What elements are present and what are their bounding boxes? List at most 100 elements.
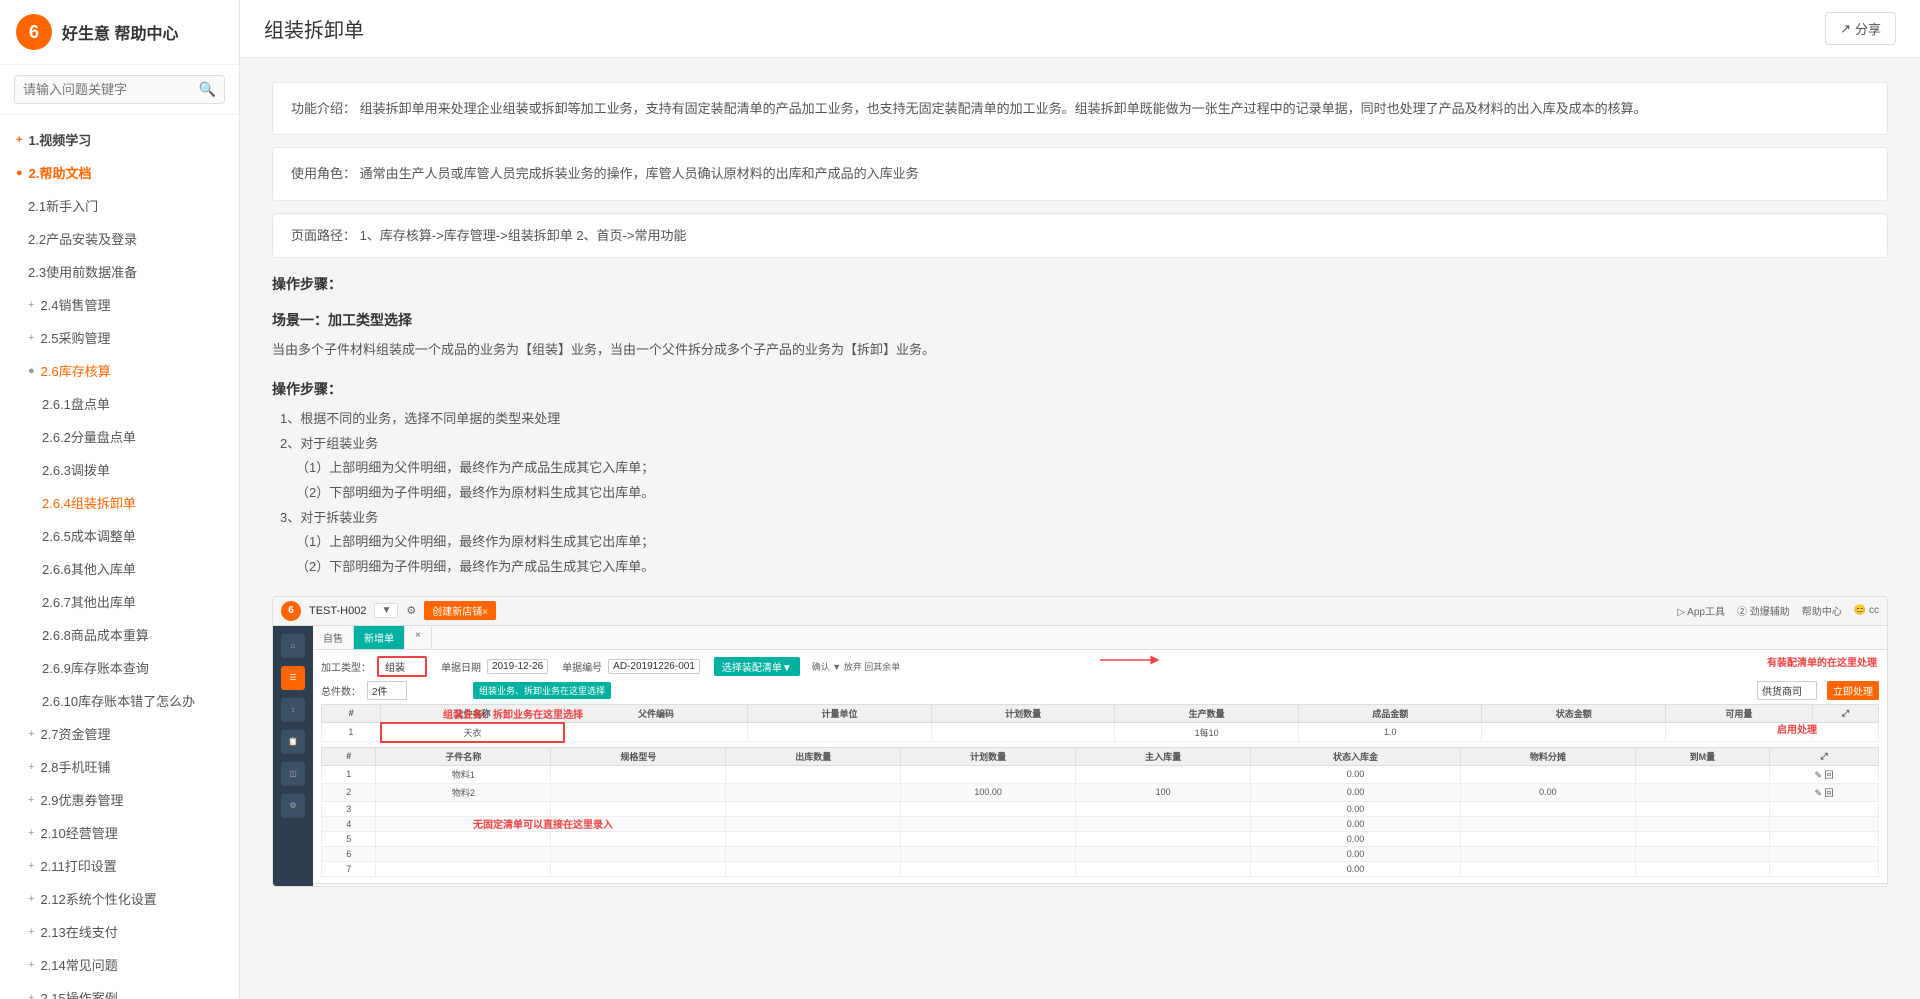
- sim-supply-input: 供货商司: [1757, 681, 1817, 700]
- sidebar-item-cases[interactable]: + 2.15操作案例: [0, 981, 239, 999]
- role-block: 使用角色： 通常由生产人员或库管人员完成拆装业务的操作，库管人员确认原材料的出库…: [272, 147, 1888, 200]
- sim-sidebar-active-icon: ☰: [281, 666, 305, 690]
- sim-type-label: 加工类型：: [321, 659, 371, 674]
- step3-sub1: （1）上部明细为父件明细，最终作为原材料生成其它出库单；: [272, 530, 1888, 555]
- sidebar-item-stockcheck[interactable]: 2.6.9库存账本查询: [0, 651, 239, 684]
- sim-section-upper-label: 组装业务、拆卸业务在这里选择: [473, 682, 611, 699]
- sidebar-item-faq[interactable]: + 2.14常见问题: [0, 948, 239, 981]
- sim-screenshot: 6 TEST-H002 ▼ ⚙ 创建新店铺× ▷ App工具 ② 劲爆辅助 帮助…: [273, 597, 1887, 886]
- sidebar-item-assembly[interactable]: 2.6.4组装拆卸单: [0, 486, 239, 519]
- search-area: 🔍: [0, 65, 239, 115]
- steps-sub-title: 操作步骤：: [272, 379, 1888, 399]
- sim-nav-helpcenter: 帮助中心: [1802, 603, 1842, 618]
- sidebar-item-costadjust[interactable]: 2.6.5成本调整单: [0, 519, 239, 552]
- sidebar-item-otherinstock[interactable]: 2.6.6其他入库单: [0, 552, 239, 585]
- step3: 3、对于拆装业务: [272, 506, 1888, 531]
- sidebar-item-goodscost[interactable]: 2.6.8商品成本重算: [0, 618, 239, 651]
- nav-area: + 1.视频学习 ● 2.帮助文档 2.1新手入门 2.2产品安装及登录 2.3…: [0, 115, 239, 999]
- sidebar-item-mobile[interactable]: + 2.8手机旺铺: [0, 750, 239, 783]
- plus-icon: +: [16, 134, 22, 146]
- plus-icon-cases: +: [28, 992, 34, 999]
- top-bar: 组装拆卸单 ↗ 分享: [240, 0, 1920, 58]
- path-block: 页面路径： 1、库存核算->库存管理->组装拆卸单 2、首页->常用功能: [272, 213, 1888, 258]
- sim-app-id: TEST-H002: [309, 605, 366, 617]
- sim-sidebar-icon-4: 📋: [281, 730, 305, 754]
- path-label: 页面路径：: [291, 228, 356, 243]
- sidebar-item-inventory[interactable]: ● 2.6库存核算: [0, 354, 239, 387]
- sidebar-item-video[interactable]: + 1.视频学习: [0, 123, 239, 156]
- page-title: 组装拆卸单: [264, 14, 364, 43]
- sim-lcol-sub-name: 子件名称: [376, 747, 551, 765]
- logo-text: 好生意 帮助中心: [62, 20, 178, 44]
- sim-col-status-amt: 状态金额: [1482, 704, 1666, 723]
- sim-col-expand: ⤢: [1812, 704, 1878, 723]
- sim-lcol-plan-qty: 计划数量: [901, 747, 1076, 765]
- sim-confirm-label: 确认 ▼ 放弃 回其余单: [812, 660, 900, 673]
- sidebar-item-docs[interactable]: ● 2.帮助文档: [0, 156, 239, 189]
- sim-dropdown: ▼: [374, 603, 398, 618]
- sidebar-item-finance[interactable]: + 2.7资金管理: [0, 717, 239, 750]
- sidebar-item-data-prep[interactable]: 2.3使用前数据准备: [0, 255, 239, 288]
- sidebar-item-purchase[interactable]: + 2.5采购管理: [0, 321, 239, 354]
- sim-form-area: 加工类型： 组装 单据日期 2019-12-26 单据编号 AD-2019122…: [313, 650, 1887, 883]
- sim-lcol-spec: 规格型号: [551, 747, 726, 765]
- share-button[interactable]: ↗ 分享: [1825, 12, 1896, 45]
- sidebar-item-newcomer[interactable]: 2.1新手入门: [0, 189, 239, 222]
- sim-upper-table: # 父件名称 父件编码 计量单位 计划数量 生产数量 成品金额 状态金额 可用量: [321, 704, 1879, 743]
- minus-icon-inventory: ●: [28, 365, 35, 377]
- sidebar-item-otheroutstock[interactable]: 2.6.7其他出库单: [0, 585, 239, 618]
- sidebar-item-splitcount[interactable]: 2.6.2分量盘点单: [0, 420, 239, 453]
- sim-count-label: 总件数：: [321, 683, 361, 698]
- sim-form-row-1: 加工类型： 组装 单据日期 2019-12-26 单据编号 AD-2019122…: [321, 656, 1879, 677]
- sim-sidebar-icon-5: ◫: [281, 762, 305, 786]
- sim-col-avail: 可用量: [1666, 704, 1813, 723]
- sim-sidebar-home-icon: ⌂: [281, 634, 305, 658]
- func-intro-block: 功能介绍： 组装拆卸单用来处理企业组装或拆卸等加工业务，支持有固定装配清单的产品…: [272, 82, 1888, 135]
- sim-col-parent-name: 父件名称: [381, 704, 565, 723]
- sim-lower-row-6: 60.00: [322, 846, 1879, 861]
- search-icon[interactable]: 🔍: [199, 81, 216, 98]
- sidebar-item-print[interactable]: + 2.11打印设置: [0, 849, 239, 882]
- sidebar-item-stockerror[interactable]: 2.6.10库存账本错了怎么办: [0, 684, 239, 717]
- sidebar-item-transfer[interactable]: 2.6.3调拨单: [0, 453, 239, 486]
- sim-process-btn: 立即处理: [1827, 681, 1879, 700]
- search-box[interactable]: 🔍: [14, 75, 225, 104]
- sim-nav: ▷ App工具 ② 劲爆辅助 帮助中心 😊 cc: [1677, 603, 1879, 618]
- plus-icon-sales: +: [28, 299, 34, 311]
- plus-icon-mobile: +: [28, 761, 34, 773]
- sim-main: ⌂ ☰ ↕ 📋 ◫ ⚙ 自售 新增单 ×: [273, 626, 1887, 886]
- sidebar-item-customize[interactable]: + 2.12系统个性化设置: [0, 882, 239, 915]
- logo-icon: 6: [16, 14, 52, 50]
- sidebar-item-stockcount[interactable]: 2.6.1盘点单: [0, 387, 239, 420]
- step2-sub2: （2）下部明细为子件明细，最终作为原材料生成其它出库单。: [272, 481, 1888, 506]
- sidebar-item-operation[interactable]: + 2.10经营管理: [0, 816, 239, 849]
- sim-tabs: 自售 新增单 ×: [313, 626, 1887, 650]
- plus-icon-coupon: +: [28, 794, 34, 806]
- sim-lower-row-3: 30.00: [322, 801, 1879, 816]
- sim-lower-row-2: 2 物料2 100.00 100 0.00 0.00: [322, 783, 1879, 801]
- minus-icon: ●: [16, 167, 23, 179]
- sim-lower-row-1: 1 物料1 0.00 ✎ 回: [322, 765, 1879, 783]
- sim-tab-close: ×: [405, 626, 432, 649]
- step2-sub1: （1）上部明细为父件明细，最终作为产成品生成其它入库单；: [272, 456, 1888, 481]
- sidebar-item-coupon[interactable]: + 2.9优惠券管理: [0, 783, 239, 816]
- plus-icon-print: +: [28, 860, 34, 872]
- path-text: 1、库存核算->库存管理->组装拆卸单 2、首页->常用功能: [360, 228, 687, 243]
- sim-date-input: 2019-12-26: [487, 659, 548, 674]
- sim-lower-table: # 子件名称 规格型号 出库数量 计划数量 主入库量 状态入库金 物料分摊 到M: [321, 747, 1879, 877]
- search-input[interactable]: [23, 82, 199, 97]
- logo-area: 6 好生意 帮助中心: [0, 0, 239, 65]
- sidebar-item-payment[interactable]: + 2.13在线支付: [0, 915, 239, 948]
- plus-icon-pay: +: [28, 926, 34, 938]
- main-content: 组装拆卸单 ↗ 分享 功能介绍： 组装拆卸单用来处理企业组装或拆卸等加工业务，支…: [240, 0, 1920, 999]
- sim-lcol-num: #: [322, 747, 376, 765]
- sim-col-parent-code: 父件编码: [564, 704, 748, 723]
- step1: 1、根据不同的业务，选择不同单据的类型来处理: [272, 407, 1888, 432]
- steps-section-title: 操作步骤：: [272, 274, 1888, 294]
- scenario1-title: 场景一：加工类型选择: [272, 310, 1888, 330]
- sidebar-item-install[interactable]: 2.2产品安装及登录: [0, 222, 239, 255]
- sim-docno-input: AD-20191226-001: [608, 659, 700, 674]
- content-area: 功能介绍： 组装拆卸单用来处理企业组装或拆卸等加工业务，支持有固定装配清单的产品…: [240, 58, 1920, 999]
- sim-tab-list: 自售: [313, 626, 354, 649]
- sidebar-item-sales[interactable]: + 2.4销售管理: [0, 288, 239, 321]
